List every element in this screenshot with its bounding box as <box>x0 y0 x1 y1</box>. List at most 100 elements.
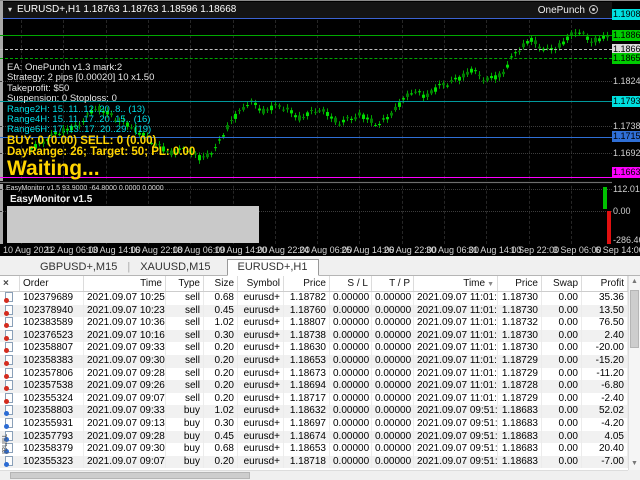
chart-tab-eurusd-h1[interactable]: EURUSD+,H1 <box>226 258 319 276</box>
cell-type: sell <box>166 354 204 368</box>
cell-symbol: eurusd+ <box>238 367 284 381</box>
cell-close_time: 2021.09.07 11:01:54 <box>414 342 498 355</box>
order-doc-icon <box>4 392 13 404</box>
cell-symbol: eurusd+ <box>238 405 284 418</box>
cell-sl: 0.00000 <box>330 367 372 381</box>
column-header-price[interactable]: Price <box>284 276 330 291</box>
price-axis-label: 1.19089 <box>612 9 640 20</box>
table-row[interactable]: 1023575382021.09.07 09:26:05sell0.20euru… <box>0 380 640 393</box>
chevron-down-icon[interactable]: ▾ <box>8 2 12 18</box>
indicator-name-label: EasyMonitor v1.5 <box>10 194 93 205</box>
time-axis[interactable]: 10 Aug 2021 12 Aug 06:00 13 Aug 14:00 16 Au… <box>0 244 640 256</box>
cell-type: buy <box>166 417 204 431</box>
cell-profit: 52.02 <box>582 405 628 418</box>
horizontal-scrollbar[interactable] <box>0 470 628 480</box>
table-row[interactable]: 1023835892021.09.07 10:36:39sell1.02euru… <box>0 317 640 330</box>
cell-open_time: 2021.09.07 09:13:12 <box>84 417 166 431</box>
column-header-swap[interactable]: Swap <box>542 276 582 291</box>
cell-tp: 0.00000 <box>372 430 414 444</box>
account-history-panel: × Order Time Type Size Symbol Price S / LT / PT… <box>0 276 640 480</box>
cell-symbol: eurusd+ <box>238 455 284 469</box>
cell-symbol: eurusd+ <box>238 430 284 444</box>
cell-size: 1.02 <box>204 405 238 418</box>
column-header-time[interactable]: Time ▼ <box>414 276 498 291</box>
terminal-caption: Terminal <box>0 434 10 455</box>
cell-symbol: eurusd+ <box>238 443 284 456</box>
cell-profit: -15.20 <box>582 354 628 368</box>
subwindow-separator[interactable] <box>0 181 612 184</box>
cell-price: 1.18738 <box>284 329 330 343</box>
cell-swap: 0.00 <box>542 405 582 418</box>
cell-open_time: 2021.09.07 09:33:12 <box>84 342 166 355</box>
cell-tp: 0.00000 <box>372 367 414 381</box>
cell-close_price: 1.18730 <box>498 292 542 305</box>
column-header-t-p[interactable]: T / P <box>372 276 414 291</box>
order-doc-icon <box>4 380 13 392</box>
table-row[interactable]: 1023577932021.09.07 09:28:03buy0.45eurus… <box>0 430 640 444</box>
cell-open_time: 2021.09.07 10:25:03 <box>84 292 166 305</box>
cell-size: 0.68 <box>204 443 238 456</box>
order-doc-icon <box>4 304 13 316</box>
column-header-time[interactable]: Time <box>84 276 166 291</box>
cell-open_time: 2021.09.07 09:26:05 <box>84 380 166 393</box>
chart-tabs-bar: GBPUSD+,M15 | XAUUSD,M15 EURUSD+,H1 <box>0 255 640 276</box>
column-header-symbol[interactable]: Symbol <box>238 276 284 291</box>
cell-size: 0.30 <box>204 417 238 431</box>
cell-sl: 0.00000 <box>330 417 372 431</box>
scroll-up-icon[interactable]: ▲ <box>629 276 640 288</box>
cell-sl: 0.00000 <box>330 430 372 444</box>
table-row[interactable]: 1023765232021.09.07 10:16:49sell0.30euru… <box>0 329 640 343</box>
column-header-price[interactable]: Price <box>498 276 542 291</box>
scrollbar-corner <box>628 470 640 480</box>
cell-close_price: 1.18729 <box>498 367 542 381</box>
cell-type: sell <box>166 292 204 305</box>
cell-type: sell <box>166 329 204 343</box>
cell-order: 102358379 <box>20 443 84 456</box>
table-row[interactable]: 1023588072021.09.07 09:33:12sell0.20euru… <box>0 342 640 355</box>
cell-profit: -2.40 <box>582 392 628 406</box>
vertical-scroll-thumb[interactable] <box>630 290 639 348</box>
close-panel-icon[interactable]: × <box>0 276 20 291</box>
cell-swap: 0.00 <box>542 443 582 456</box>
price-axis[interactable]: 1.190891.188641.186681.186571.182401.179… <box>612 1 640 245</box>
cell-price: 1.18694 <box>284 380 330 393</box>
table-row[interactable]: 1023578062021.09.07 09:28:04sell0.20euru… <box>0 367 640 381</box>
cell-price: 1.18782 <box>284 292 330 305</box>
column-header-size[interactable]: Size <box>204 276 238 291</box>
cell-close_time: 2021.09.07 11:01:55 <box>414 317 498 330</box>
cell-price: 1.18718 <box>284 455 330 469</box>
table-row[interactable]: 1023553232021.09.07 09:07:58buy0.20eurus… <box>0 455 640 469</box>
horizontal-scroll-thumb[interactable] <box>10 472 250 479</box>
table-row[interactable]: 1023559312021.09.07 09:13:12buy0.30eurus… <box>0 417 640 431</box>
chart-tab-xauusd-m15[interactable]: XAUUSD,M15 <box>130 260 220 275</box>
cell-profit: 35.36 <box>582 292 628 305</box>
column-header-order[interactable]: Order <box>20 276 84 291</box>
cell-close_price: 1.18728 <box>498 380 542 393</box>
cell-sl: 0.00000 <box>330 317 372 330</box>
cell-open_time: 2021.09.07 09:33:12 <box>84 405 166 418</box>
table-row[interactable]: 1023588032021.09.07 09:33:12buy1.02eurus… <box>0 405 640 418</box>
price-level-line[interactable] <box>0 35 612 36</box>
cell-symbol: eurusd+ <box>238 354 284 368</box>
cell-tp: 0.00000 <box>372 455 414 469</box>
table-row[interactable]: 1023583792021.09.07 09:30:58buy0.68eurus… <box>0 443 640 456</box>
table-row[interactable]: 1023583832021.09.07 09:30:58sell0.20euru… <box>0 354 640 368</box>
cell-type: sell <box>166 317 204 330</box>
cell-close_time: 2021.09.07 11:01:55 <box>414 292 498 305</box>
chart-tab-gbpusd-m15[interactable]: GBPUSD+,M15 <box>30 260 127 275</box>
cell-sl: 0.00000 <box>330 392 372 406</box>
cell-close_time: 2021.09.07 11:01:53 <box>414 380 498 393</box>
table-row[interactable]: 1023789402021.09.07 10:23:58sell0.45euru… <box>0 304 640 318</box>
column-header-profit[interactable]: Profit <box>582 276 628 291</box>
onepunch-ea-button[interactable]: OnePunch <box>538 3 598 18</box>
vertical-scrollbar[interactable]: ▲ ▼ <box>628 276 640 470</box>
table-row[interactable]: 1023796892021.09.07 10:25:03sell0.68euru… <box>0 292 640 305</box>
price-level-line[interactable] <box>0 58 612 59</box>
column-header-s-l[interactable]: S / L <box>330 276 372 291</box>
cell-close_price: 1.18683 <box>498 405 542 418</box>
column-header-type[interactable]: Type <box>166 276 204 291</box>
scroll-down-icon[interactable]: ▼ <box>629 458 640 470</box>
ea-comment-overlay: EA: OnePunch v1.3 mark:2 Strategy: 2 pips… <box>7 62 195 179</box>
price-level-line[interactable] <box>0 49 612 50</box>
table-row[interactable]: 1023553242021.09.07 09:07:58sell0.20euru… <box>0 392 640 406</box>
